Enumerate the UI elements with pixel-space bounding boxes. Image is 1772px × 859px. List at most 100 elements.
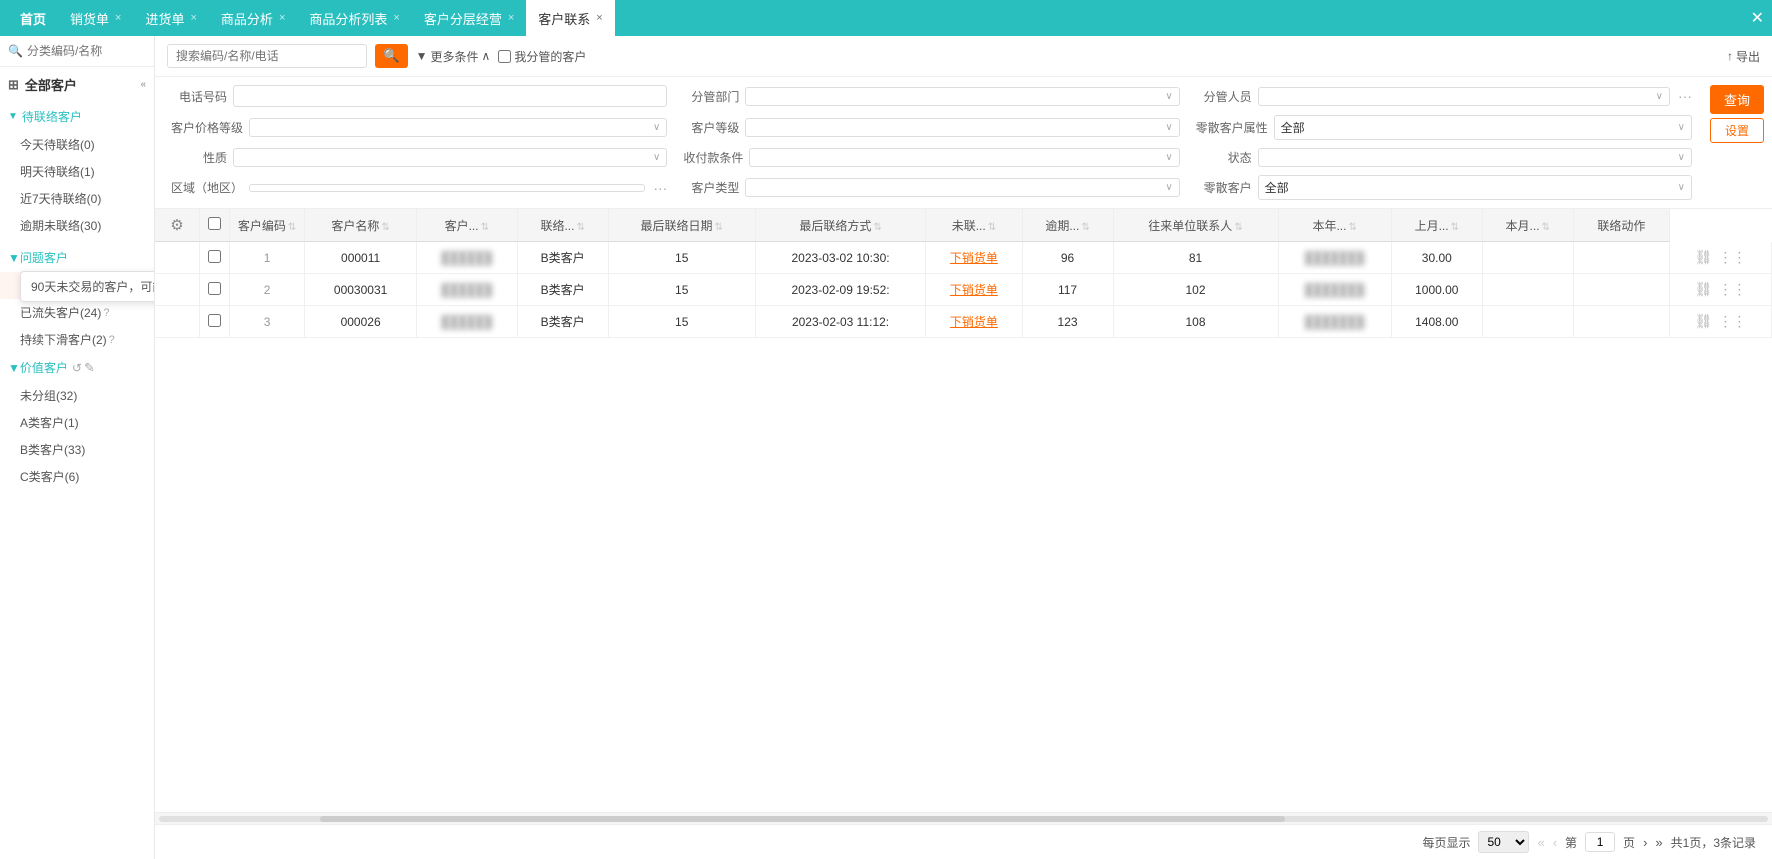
adv-dots-manager[interactable]: ··· (1678, 88, 1692, 104)
adv-select-customer-level[interactable]: ∨ (745, 118, 1179, 137)
settings-button[interactable]: 设置 (1710, 118, 1764, 143)
adv-select-status[interactable]: ∨ (1258, 148, 1692, 167)
nav-purchase-close[interactable]: × (190, 12, 196, 24)
more-conditions-button[interactable]: ▼ 更多条件 ∧ (416, 48, 491, 65)
th-contact[interactable]: 联络...⇅ (517, 209, 608, 242)
th-last-month[interactable]: 上月...⇅ (1391, 209, 1482, 242)
td-last-method[interactable]: 下销货单 (926, 306, 1022, 338)
sidebar-item-tomorrow[interactable]: 明天待联络(1) (0, 158, 154, 185)
refresh-icon[interactable]: ↺ (72, 361, 82, 375)
td-checkbox[interactable] (199, 274, 229, 306)
sidebar-item-classB[interactable]: B类客户(33) (0, 436, 154, 463)
app-close-button[interactable]: ✕ (1751, 8, 1764, 28)
th-settings[interactable]: ⚙ (155, 209, 199, 242)
nav-purchase[interactable]: 进货单 × (133, 0, 208, 36)
adv-select-region[interactable] (249, 184, 645, 192)
td-num: 3 (229, 306, 304, 338)
my-customers-checkbox[interactable] (498, 50, 511, 63)
th-last-date[interactable]: 最后联络日期⇅ (608, 209, 755, 242)
action-menu-icon[interactable]: ⋮⋮ (1718, 281, 1746, 298)
my-customers-checkbox-label[interactable]: 我分管的客户 (498, 48, 586, 65)
select-all-checkbox[interactable] (208, 217, 221, 230)
sidebar-group-pending-title[interactable]: ▼ 待联络客户 (0, 102, 154, 131)
scrollbar-track[interactable] (159, 816, 1768, 822)
sidebar-group-value-title[interactable]: ▼ 价值客户 ↺ ✎ (0, 353, 154, 382)
sidebar-item-unclassified[interactable]: 未分组(32) (0, 382, 154, 409)
action-menu-icon[interactable]: ⋮⋮ (1718, 313, 1746, 330)
row-checkbox[interactable] (208, 282, 221, 295)
horizontal-scrollbar[interactable] (155, 812, 1772, 824)
next-page-button[interactable]: › (1643, 835, 1647, 850)
action-link-icon[interactable]: ⛓ (1695, 249, 1713, 266)
adv-select-dept[interactable]: ∨ (745, 87, 1179, 106)
adv-select-nature[interactable]: ∨ (233, 148, 667, 167)
th-code[interactable]: 客户编码⇅ (229, 209, 304, 242)
nav-sales-close[interactable]: × (115, 12, 121, 24)
sidebar-collapse-btn[interactable]: « (140, 79, 146, 90)
action-menu-icon[interactable]: ⋮⋮ (1718, 249, 1746, 266)
th-last-method[interactable]: 最后联络方式⇅ (755, 209, 925, 242)
adv-dots-region[interactable]: ··· (653, 180, 667, 196)
query-button[interactable]: 查询 (1710, 85, 1764, 114)
th-name[interactable]: 客户名称⇅ (305, 209, 417, 242)
adv-select-price-level[interactable]: ∨ (249, 118, 667, 137)
adv-select-retail-attr[interactable]: 全部 ∨ (1274, 115, 1692, 140)
nav-sales[interactable]: 销货单 × (58, 0, 133, 36)
sidebar-item-7days[interactable]: 近7天待联络(0) (0, 185, 154, 212)
adv-select-retail-customer[interactable]: 全部 ∨ (1258, 175, 1692, 200)
sidebar-search-input[interactable] (27, 44, 155, 58)
sidebar-item-overdue-contact[interactable]: 逾期未联络(30) (0, 212, 154, 239)
sidebar-item-today[interactable]: 今天待联络(0) (0, 131, 154, 158)
row-checkbox[interactable] (208, 250, 221, 263)
last-method-link[interactable]: 下销货单 (950, 251, 998, 265)
td-checkbox[interactable] (199, 242, 229, 274)
sidebar-item-declining[interactable]: 持续下滑客户(2) ? (0, 326, 154, 353)
sidebar-item-classA[interactable]: A类客户(1) (0, 409, 154, 436)
sidebar-item-churned[interactable]: 已流失客户(24) ? (0, 299, 154, 326)
td-last-method[interactable]: 下销货单 (926, 274, 1022, 306)
th-contact-person[interactable]: 往来单位联系人⇅ (1113, 209, 1278, 242)
search-input[interactable] (167, 44, 367, 68)
adv-input-phone[interactable] (233, 85, 667, 107)
th-overdue[interactable]: 逾期...⇅ (1022, 209, 1113, 242)
td-last-method[interactable]: 下销货单 (926, 242, 1022, 274)
row-checkbox[interactable] (208, 314, 221, 327)
last-page-button[interactable]: » (1655, 835, 1662, 850)
th-checkbox[interactable] (199, 209, 229, 242)
nav-product-analysis[interactable]: 商品分析 × (209, 0, 297, 36)
nav-product-analysis-close[interactable]: × (279, 12, 285, 24)
nav-product-list[interactable]: 商品分析列表 × (297, 0, 411, 36)
sidebar-item-classC[interactable]: C类客户(6) (0, 463, 154, 490)
nav-customer-contact[interactable]: 客户联系 × (526, 0, 614, 36)
page-size-select[interactable]: 50 20 100 (1478, 831, 1529, 853)
last-method-link[interactable]: 下销货单 (950, 283, 998, 297)
last-method-link[interactable]: 下销货单 (950, 315, 998, 329)
first-page-button[interactable]: « (1537, 835, 1544, 850)
prev-page-button[interactable]: ‹ (1553, 835, 1557, 850)
td-checkbox[interactable] (199, 306, 229, 338)
td-contact: 15 (608, 242, 755, 274)
th-unlink[interactable]: 未联...⇅ (926, 209, 1022, 242)
nav-home[interactable]: 首页 (8, 0, 58, 36)
action-link-icon[interactable]: ⛓ (1695, 281, 1713, 298)
action-link-icon[interactable]: ⛓ (1695, 313, 1713, 330)
th-this-month[interactable]: 本月...⇅ (1482, 209, 1573, 242)
scrollbar-thumb[interactable] (320, 816, 1285, 822)
chevron-down-icon-clevel: ∨ (1165, 122, 1172, 133)
sidebar-all-customers[interactable]: ⊞ 全部客户 « (0, 67, 154, 102)
nav-product-list-close[interactable]: × (393, 12, 399, 24)
edit-icon[interactable]: ✎ (84, 360, 95, 376)
adv-select-customer-type[interactable]: ∨ (745, 178, 1179, 197)
adv-select-payment[interactable]: ∨ (749, 148, 1179, 167)
sidebar-group-problem-title[interactable]: ▼ 问题客户 (0, 243, 154, 272)
page-number-input[interactable] (1585, 832, 1615, 852)
export-button[interactable]: ↑ 导出 (1727, 48, 1760, 65)
adv-select-manager[interactable]: ∨ (1258, 87, 1670, 106)
nav-customer-contact-close[interactable]: × (596, 12, 602, 24)
search-button[interactable]: 🔍 (375, 44, 408, 68)
nav-customer-segmentation[interactable]: 客户分层经营 × (412, 0, 526, 36)
nav-customer-seg-close[interactable]: × (508, 12, 514, 24)
th-this-year[interactable]: 本年...⇅ (1278, 209, 1391, 242)
th-type[interactable]: 客户...⇅ (416, 209, 517, 242)
sort-icon-code: ⇅ (288, 222, 296, 233)
